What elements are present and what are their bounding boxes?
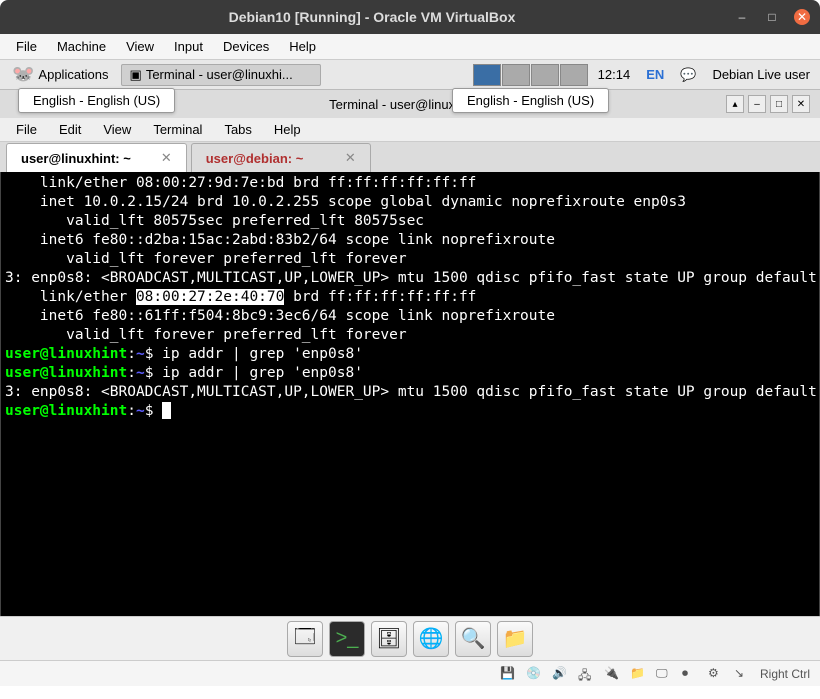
close-icon[interactable]: ✕ bbox=[794, 9, 810, 25]
optical-icon[interactable]: 💿 bbox=[526, 666, 542, 682]
vm-titlebar: Debian10 [Running] - Oracle VM VirtualBo… bbox=[0, 0, 820, 34]
terminal-line: link/ether 08:00:27:9d:7e:bd brd ff:ff:f… bbox=[5, 174, 815, 193]
hdd-icon[interactable]: 💾 bbox=[500, 666, 516, 682]
vm-statusbar: 💾 💿 🔊 🖧 🔌 📁 🖵 ⏺ ⚙ ↘ Right Ctrl bbox=[0, 660, 820, 686]
maximize-icon[interactable]: □ bbox=[770, 95, 788, 113]
tab-label: user@debian: ~ bbox=[206, 151, 304, 166]
vm-title: Debian10 [Running] - Oracle VM VirtualBo… bbox=[10, 9, 734, 25]
terminal-line: 3: enp0s8: <BROADCAST,MULTICAST,UP,LOWER… bbox=[5, 383, 815, 402]
terminal-launcher-icon[interactable]: >_ bbox=[329, 621, 365, 657]
vm-menu-view[interactable]: View bbox=[118, 37, 162, 56]
host-key-label: Right Ctrl bbox=[760, 667, 810, 681]
terminal-line: user@linuxhint:~$ ip addr | grep 'enp0s8… bbox=[5, 345, 815, 364]
show-desktop-icon[interactable]: 🗔 bbox=[287, 621, 323, 657]
web-browser-icon[interactable]: 🌐 bbox=[413, 621, 449, 657]
vm-menu-file[interactable]: File bbox=[8, 37, 45, 56]
vm-menubar: File Machine View Input Devices Help bbox=[0, 34, 820, 60]
applications-menu[interactable]: 🐭 Applications bbox=[4, 62, 117, 87]
close-icon[interactable]: ✕ bbox=[792, 95, 810, 113]
tab-close-icon[interactable]: ✕ bbox=[161, 150, 172, 166]
vm-menu-input[interactable]: Input bbox=[166, 37, 211, 56]
clock[interactable]: 12:14 bbox=[592, 67, 637, 82]
term-menu-edit[interactable]: Edit bbox=[49, 120, 91, 139]
user-label[interactable]: Debian Live user bbox=[706, 67, 816, 82]
workspace-3[interactable] bbox=[531, 64, 559, 86]
tab-linuxhint[interactable]: user@linuxhint: ~ ✕ bbox=[6, 143, 187, 172]
shade-icon[interactable]: ▴ bbox=[726, 95, 744, 113]
terminal-window-controls: ▴ – □ ✕ bbox=[726, 95, 810, 113]
term-menu-file[interactable]: File bbox=[6, 120, 47, 139]
tab-close-icon[interactable]: ✕ bbox=[345, 150, 356, 166]
term-menu-terminal[interactable]: Terminal bbox=[143, 120, 212, 139]
ime-indicator-right[interactable]: English - English (US) bbox=[452, 88, 609, 113]
vm-window-controls: – □ ✕ bbox=[734, 9, 810, 25]
workspace-switcher bbox=[473, 64, 588, 86]
vm-menu-devices[interactable]: Devices bbox=[215, 37, 277, 56]
recording-icon[interactable]: ⏺ bbox=[682, 666, 698, 682]
terminal-line: valid_lft forever preferred_lft forever bbox=[5, 250, 815, 269]
workspace-4[interactable] bbox=[560, 64, 588, 86]
tab-debian[interactable]: user@debian: ~ ✕ bbox=[191, 143, 371, 172]
workspace-2[interactable] bbox=[502, 64, 530, 86]
taskbar-terminal[interactable]: ▣ Terminal - user@linuxhi... bbox=[121, 64, 321, 86]
xfce-dock: 🗔 >_ 🗄 🌐 🔍 📁 bbox=[0, 616, 820, 660]
xfce-logo-icon: 🐭 bbox=[12, 64, 34, 85]
cpu-icon[interactable]: ⚙ bbox=[708, 666, 724, 682]
keyboard-layout[interactable]: EN bbox=[640, 67, 670, 82]
terminal-line: inet6 fe80::61ff:f504:8bc9:3ec6/64 scope… bbox=[5, 307, 815, 326]
vm-menu-help[interactable]: Help bbox=[281, 37, 324, 56]
terminal-line: user@linuxhint:~$ bbox=[5, 402, 815, 421]
task-label: Terminal - user@linuxhi... bbox=[146, 67, 293, 82]
notification-icon[interactable]: 💬 bbox=[674, 67, 702, 83]
shared-folder-icon[interactable]: 📁 bbox=[630, 666, 646, 682]
minimize-icon[interactable]: – bbox=[748, 95, 766, 113]
usb-icon[interactable]: 🔌 bbox=[604, 666, 620, 682]
audio-icon[interactable]: 🔊 bbox=[552, 666, 568, 682]
term-menu-view[interactable]: View bbox=[93, 120, 141, 139]
tab-label: user@linuxhint: ~ bbox=[21, 151, 131, 166]
terminal-line: user@linuxhint:~$ ip addr | grep 'enp0s8… bbox=[5, 364, 815, 383]
terminal-line: valid_lft 80575sec preferred_lft 80575se… bbox=[5, 212, 815, 231]
terminal-line: valid_lft forever preferred_lft forever bbox=[5, 326, 815, 345]
term-menu-help[interactable]: Help bbox=[264, 120, 311, 139]
applications-label: Applications bbox=[38, 67, 108, 82]
terminal-tabs: user@linuxhint: ~ ✕ user@debian: ~ ✕ bbox=[0, 142, 820, 172]
ime-indicator-left[interactable]: English - English (US) bbox=[18, 88, 175, 113]
term-menu-tabs[interactable]: Tabs bbox=[214, 120, 261, 139]
terminal-titlebar: English - English (US) Terminal - user@l… bbox=[0, 90, 820, 118]
vm-menu-machine[interactable]: Machine bbox=[49, 37, 114, 56]
workspace-1[interactable] bbox=[473, 64, 501, 86]
home-folder-icon[interactable]: 📁 bbox=[497, 621, 533, 657]
minimize-icon[interactable]: – bbox=[734, 9, 750, 25]
terminal-line: inet 10.0.2.15/24 brd 10.0.2.255 scope g… bbox=[5, 193, 815, 212]
terminal-output[interactable]: link/ether 08:00:27:9d:7e:bd brd ff:ff:f… bbox=[0, 172, 820, 616]
mouse-integration-icon[interactable]: ↘ bbox=[734, 666, 750, 682]
terminal-line: link/ether 08:00:27:2e:40:70 brd ff:ff:f… bbox=[5, 288, 815, 307]
app-finder-icon[interactable]: 🔍 bbox=[455, 621, 491, 657]
maximize-icon[interactable]: □ bbox=[764, 9, 780, 25]
xfce-panel: 🐭 Applications ▣ Terminal - user@linuxhi… bbox=[0, 60, 820, 90]
file-manager-icon[interactable]: 🗄 bbox=[371, 621, 407, 657]
terminal-line: inet6 fe80::d2ba:15ac:2abd:83b2/64 scope… bbox=[5, 231, 815, 250]
network-icon[interactable]: 🖧 bbox=[578, 666, 594, 682]
terminal-line: 3: enp0s8: <BROADCAST,MULTICAST,UP,LOWER… bbox=[5, 269, 815, 288]
terminal-icon: ▣ bbox=[130, 67, 142, 83]
display-icon[interactable]: 🖵 bbox=[656, 666, 672, 682]
terminal-menubar: File Edit View Terminal Tabs Help bbox=[0, 118, 820, 142]
